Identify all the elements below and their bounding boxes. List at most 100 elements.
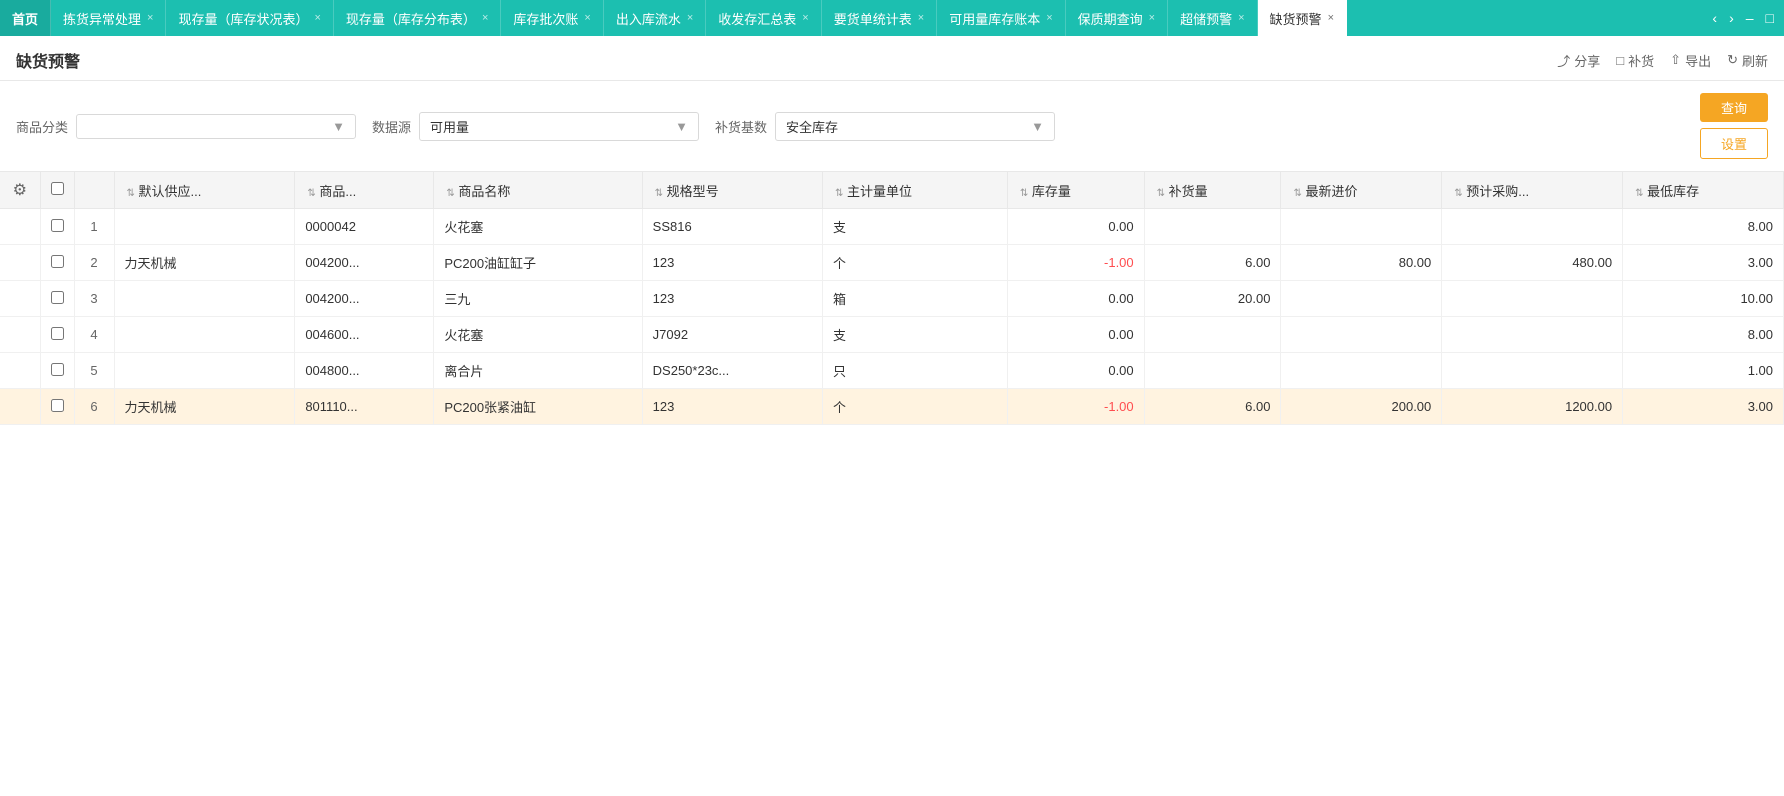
- row-replenish-5: 6.00: [1144, 389, 1281, 425]
- row-num-1: 2: [74, 245, 114, 281]
- row-code-5: 801110...: [295, 389, 434, 425]
- sort-icon-replenish: ⇅: [1157, 188, 1165, 199]
- row-unit-5: 个: [823, 389, 1008, 425]
- col-stock-header: ⇅ 库存量: [1007, 172, 1144, 209]
- row-min-3: 8.00: [1623, 317, 1784, 353]
- category-filter-label: 商品分类: [16, 117, 68, 136]
- table-row: 5 004800... 离合片 DS250*23c... 只 0.00 1.00: [0, 353, 1784, 389]
- tab-available-ledger-close[interactable]: ×: [1046, 12, 1052, 24]
- col-spec-header: ⇅ 规格型号: [642, 172, 822, 209]
- tab-minimize[interactable]: –: [1740, 6, 1760, 30]
- row-checkbox-0[interactable]: [51, 219, 64, 232]
- table-header-row: ⚙ ⇅ 默认供应... ⇅ 商品... ⇅: [0, 172, 1784, 209]
- refresh-action[interactable]: ↻ 刷新: [1727, 51, 1768, 70]
- tab-exception-close[interactable]: ×: [147, 12, 153, 24]
- tab-batch-account-close[interactable]: ×: [584, 12, 590, 24]
- row-min-0: 8.00: [1623, 209, 1784, 245]
- row-name-1: PC200油缸缸子: [434, 245, 642, 281]
- row-price-0: [1281, 209, 1442, 245]
- settings-button[interactable]: 设置: [1700, 128, 1768, 159]
- row-est-0: [1442, 209, 1623, 245]
- row-checkbox-5[interactable]: [51, 399, 64, 412]
- row-name-4: 离合片: [434, 353, 642, 389]
- row-unit-1: 个: [823, 245, 1008, 281]
- tab-expiry-query-close[interactable]: ×: [1149, 12, 1155, 24]
- tab-shortage[interactable]: 缺货预警 ×: [1258, 0, 1347, 36]
- row-checkbox-4[interactable]: [51, 363, 64, 376]
- row-code-3: 004600...: [295, 317, 434, 353]
- share-label: 分享: [1574, 51, 1600, 70]
- tab-receive-summary-close[interactable]: ×: [802, 12, 808, 24]
- sort-icon-min: ⇅: [1635, 188, 1643, 199]
- data-table: ⚙ ⇅ 默认供应... ⇅ 商品... ⇅: [0, 172, 1784, 425]
- replenish-action[interactable]: □ 补货: [1616, 51, 1654, 70]
- category-filter-group: 商品分类 ▼: [16, 114, 356, 139]
- tab-inout-flow[interactable]: 出入库流水 ×: [604, 0, 706, 36]
- row-supplier-4: [114, 353, 295, 389]
- column-settings-icon[interactable]: ⚙: [13, 182, 27, 199]
- tab-requisition-stat[interactable]: 要货单统计表 ×: [822, 0, 937, 36]
- category-select[interactable]: ▼: [76, 114, 356, 139]
- tab-receive-summary[interactable]: 收发存汇总表 ×: [706, 0, 821, 36]
- datasource-value: 可用量: [430, 117, 469, 136]
- row-replenish-2: 20.00: [1144, 281, 1281, 317]
- row-spec-0: SS816: [642, 209, 822, 245]
- export-action[interactable]: ⇧ 导出: [1670, 51, 1711, 70]
- row-stock-1: -1.00: [1007, 245, 1144, 281]
- share-action[interactable]: ⤴ 分享: [1557, 51, 1600, 70]
- row-num-3: 4: [74, 317, 114, 353]
- tab-batch-account[interactable]: 库存批次账 ×: [501, 0, 603, 36]
- datasource-filter-label: 数据源: [372, 117, 411, 136]
- export-icon: ⇧: [1670, 52, 1681, 68]
- tab-home-label: 首页: [12, 9, 38, 28]
- tab-requisition-stat-close[interactable]: ×: [918, 12, 924, 24]
- row-gear-2: [0, 281, 40, 317]
- row-code-1: 004200...: [295, 245, 434, 281]
- tab-maximize[interactable]: □: [1760, 6, 1780, 30]
- tab-scroll-left[interactable]: ‹: [1706, 6, 1723, 30]
- sort-icon-spec: ⇅: [655, 188, 663, 199]
- tab-shortage-label: 缺货预警: [1270, 9, 1322, 28]
- row-price-4: [1281, 353, 1442, 389]
- datasource-filter-group: 数据源 可用量 ▼: [372, 112, 699, 141]
- query-button[interactable]: 查询: [1700, 93, 1768, 122]
- select-all-checkbox[interactable]: [51, 182, 64, 195]
- tab-expiry-query[interactable]: 保质期查询 ×: [1066, 0, 1168, 36]
- tab-inventory-status-close[interactable]: ×: [314, 12, 320, 24]
- main-content: 缺货预警 ⤴ 分享 □ 补货 ⇧ 导出 ↻ 刷新 商品分类: [0, 36, 1784, 796]
- row-stock-3: 0.00: [1007, 317, 1144, 353]
- share-icon: ⤴: [1557, 51, 1570, 70]
- tab-home[interactable]: 首页: [0, 0, 51, 36]
- col-supplier-header: ⇅ 默认供应...: [114, 172, 295, 209]
- tab-overstock-close[interactable]: ×: [1238, 12, 1244, 24]
- replenish-base-select[interactable]: 安全库存 ▼: [775, 112, 1055, 141]
- tab-inventory-status[interactable]: 现存量（库存状况表） ×: [166, 0, 333, 36]
- tab-inventory-status-label: 现存量（库存状况表）: [178, 9, 308, 28]
- replenish-base-dropdown-icon: ▼: [1031, 119, 1044, 134]
- tab-inout-flow-close[interactable]: ×: [687, 12, 693, 24]
- row-name-0: 火花塞: [434, 209, 642, 245]
- row-checkbox-2[interactable]: [51, 291, 64, 304]
- tab-scroll-right[interactable]: ›: [1723, 6, 1740, 30]
- tab-inventory-dist-close[interactable]: ×: [482, 12, 488, 24]
- tab-available-ledger[interactable]: 可用量库存账本 ×: [937, 0, 1065, 36]
- row-checkbox-1[interactable]: [51, 255, 64, 268]
- col-est-purchase-header: ⇅ 预计采购...: [1442, 172, 1623, 209]
- tab-shortage-close[interactable]: ×: [1328, 12, 1334, 24]
- table-row: 1 0000042 火花塞 SS816 支 0.00 8.00: [0, 209, 1784, 245]
- sort-icon-price: ⇅: [1293, 188, 1301, 199]
- row-supplier-0: [114, 209, 295, 245]
- tab-expiry-query-label: 保质期查询: [1078, 9, 1143, 28]
- tab-exception[interactable]: 拣货异常处理 ×: [51, 0, 166, 36]
- datasource-select[interactable]: 可用量 ▼: [419, 112, 699, 141]
- row-price-1: 80.00: [1281, 245, 1442, 281]
- row-spec-2: 123: [642, 281, 822, 317]
- row-checkbox-3[interactable]: [51, 327, 64, 340]
- category-dropdown-icon: ▼: [332, 119, 345, 134]
- row-stock-2: 0.00: [1007, 281, 1144, 317]
- tab-overstock[interactable]: 超储预警 ×: [1168, 0, 1257, 36]
- export-label: 导出: [1685, 51, 1711, 70]
- tab-inventory-dist[interactable]: 现存量（库存分布表） ×: [334, 0, 501, 36]
- row-spec-3: J7092: [642, 317, 822, 353]
- row-min-5: 3.00: [1623, 389, 1784, 425]
